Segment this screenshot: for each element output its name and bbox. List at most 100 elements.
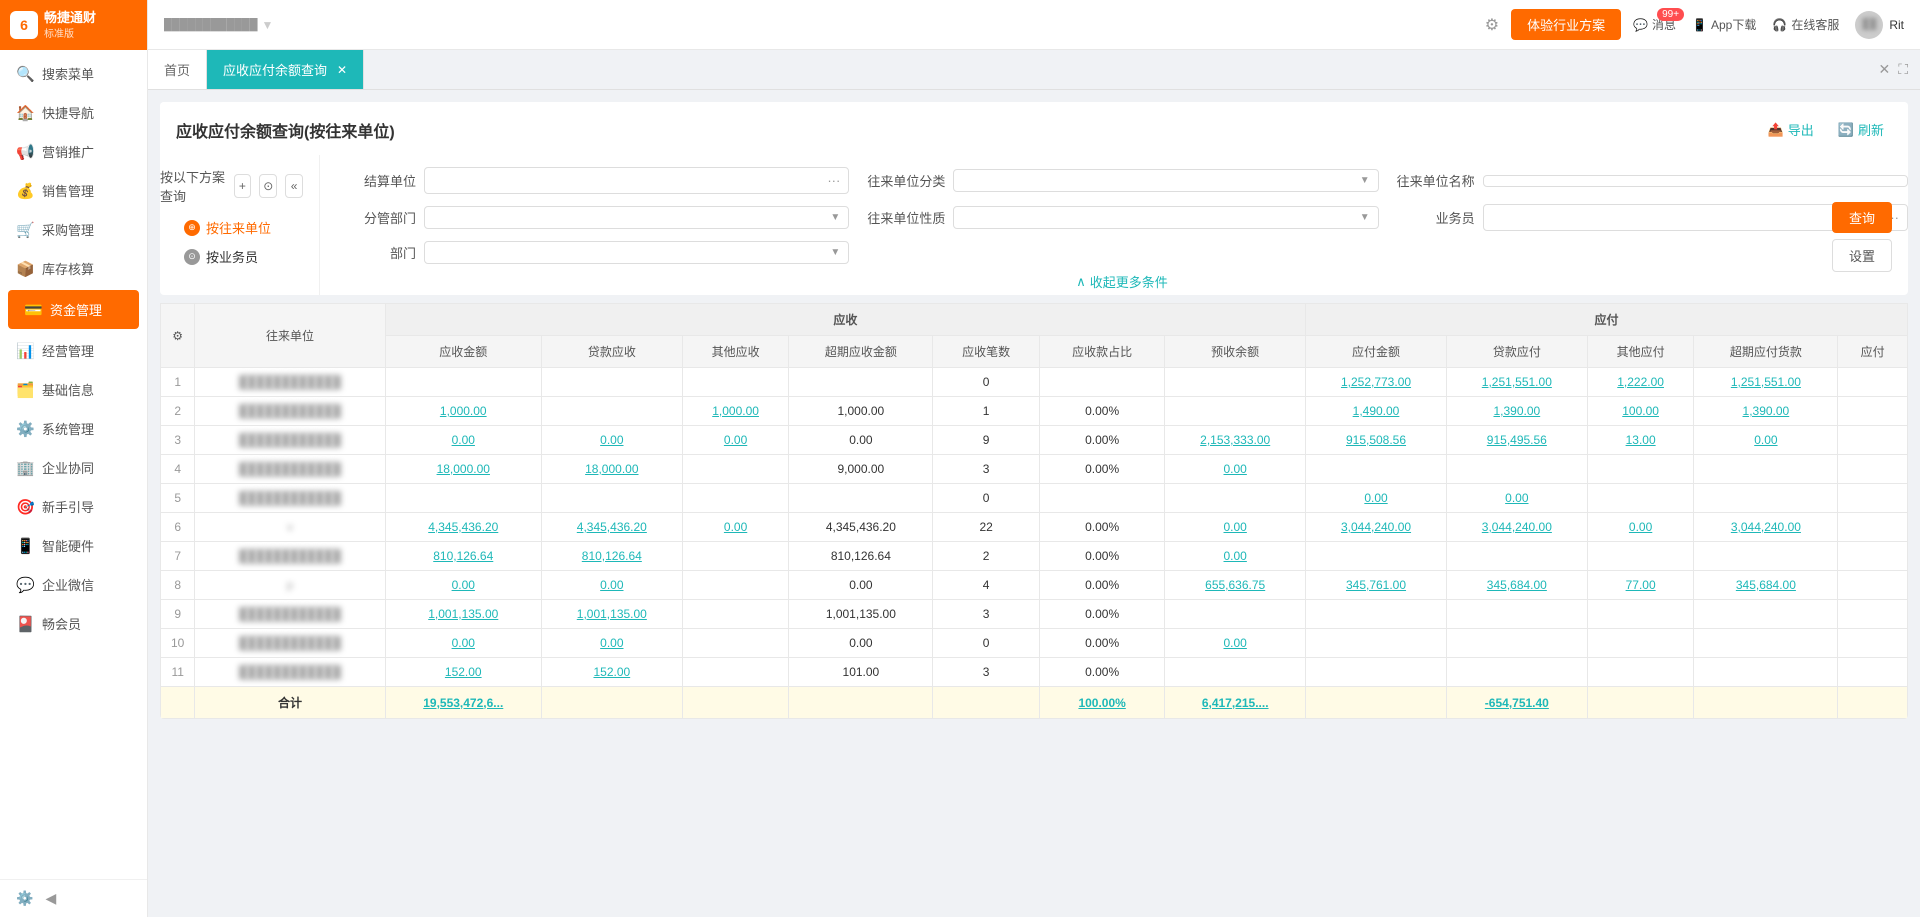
chevron-down-icon: ▼ <box>1360 175 1370 186</box>
add-scheme-button[interactable]: + <box>234 174 252 198</box>
main-content: 应收应付余额查询(按往来单位) 📤 导出 🔄 刷新 <box>148 90 1920 917</box>
cta-button[interactable]: 体验行业方案 <box>1511 9 1621 40</box>
sidebar-item-basic[interactable]: 🗂️ 基础信息 <box>0 370 147 409</box>
footer-ap-loan[interactable]: -654,751.40 <box>1446 687 1587 719</box>
service-icon: 🎧 <box>1772 18 1787 32</box>
sidebar-item-quicknav[interactable]: 🏠 快捷导航 <box>0 93 147 132</box>
sidebar-item-system[interactable]: ⚙️ 系统管理 <box>0 409 147 448</box>
unit-col-header: 往来单位 <box>195 304 385 368</box>
service-button[interactable]: 🎧 在线客服 <box>1772 16 1839 33</box>
corp-icon: 🏢 <box>16 459 34 477</box>
footer-settings-icon[interactable]: ⚙️ <box>16 890 33 907</box>
sidebar-footer: ⚙️ ◀ <box>0 879 147 917</box>
sidebar-item-finance[interactable]: 💳 资金管理 <box>8 290 139 329</box>
table-settings-icon: ⚙ <box>172 329 183 343</box>
sidebar-item-inventory[interactable]: 📦 库存核算 <box>0 249 147 288</box>
table-row: 10████████████0.000.000.0000.00%0.00 <box>161 629 1908 658</box>
col-ar-advance: 预收余额 <box>1165 336 1306 368</box>
filter-row-dept: 部门 ▼ <box>336 241 849 264</box>
col-ap-other: 其他应付 <box>1587 336 1694 368</box>
topbar-settings-icon[interactable]: ⚙ <box>1485 15 1499 35</box>
sidebar-item-member[interactable]: 🎴 畅会员 <box>0 604 147 643</box>
collapse-scheme-button[interactable]: « <box>285 174 303 198</box>
app-logo: 6 畅捷通财 标准版 <box>0 0 147 50</box>
avatar: ██ <box>1855 11 1883 39</box>
scheme-dot-gray: ⊙ <box>184 249 200 265</box>
table-row: 5████████████00.000.00 <box>161 484 1908 513</box>
footer-collapse-icon[interactable]: ◀ <box>45 890 56 907</box>
filter-label-unitname: 往来单位名称 <box>1395 171 1475 190</box>
col-ap-amount: 应付金额 <box>1306 336 1447 368</box>
home-tab-label: 首页 <box>164 60 190 79</box>
sidebar-item-wechat[interactable]: 💬 企业微信 <box>0 565 147 604</box>
sidebar-item-hardware[interactable]: 📱 智能硬件 <box>0 526 147 565</box>
logo-icon: 6 <box>10 11 38 39</box>
table-row: 9████████████1,001,135.001,001,135.001,0… <box>161 600 1908 629</box>
query-button[interactable]: 查询 <box>1832 202 1892 233</box>
settings-button[interactable]: 设置 <box>1832 239 1892 272</box>
topbar-right: 💬 消息 99+ 📱 App下载 🎧 在线客服 ██ Rit <box>1633 11 1904 39</box>
footer-ap-advance[interactable]: 6,417,215.... <box>1165 687 1306 719</box>
filter-input-department[interactable]: ▼ <box>424 206 849 229</box>
table-row: 6v4,345,436.204,345,436.200.004,345,436.… <box>161 513 1908 542</box>
filter-right: 结算单位 ··· 往来单位分类 ▼ <box>320 155 1908 295</box>
sidebar-item-marketing[interactable]: 📢 营销推广 <box>0 132 147 171</box>
export-button[interactable]: 📤 导出 <box>1760 116 1822 143</box>
scheme-item-bysalesman[interactable]: ⊙ 按业务员 <box>176 244 303 269</box>
table-row: 7████████████810,126.64810,126.64810,126… <box>161 542 1908 571</box>
filter-input-unitcategory[interactable]: ▼ <box>953 169 1378 192</box>
table-row: 4████████████18,000.0018,000.009,000.003… <box>161 455 1908 484</box>
refresh-button[interactable]: 🔄 刷新 <box>1830 116 1892 143</box>
footer-ar-total[interactable]: 19,553,472,6... <box>385 687 541 719</box>
settings-col-header[interactable]: ⚙ <box>161 304 195 368</box>
filter-label-unitnature: 往来单位性质 <box>865 208 945 227</box>
tab-close-icon[interactable]: ✕ <box>337 63 347 77</box>
app-download-button[interactable]: 📱 App下载 <box>1692 16 1756 33</box>
user-menu[interactable]: ██ Rit <box>1855 11 1904 39</box>
filter-layout: 按以下方案查询 + ⊙ « ⊕ 按往来单位 ⊙ 按业务员 <box>160 155 1908 295</box>
collapse-button[interactable]: ∧ 收起更多条件 <box>336 264 1908 295</box>
chevron-down-icon-2: ▼ <box>830 212 840 223</box>
settings-scheme-button[interactable]: ⊙ <box>259 174 277 198</box>
chevron-down-icon-3: ▼ <box>1360 212 1370 223</box>
tabbar-actions: ✕ ⛶ <box>1866 50 1920 89</box>
filter-left: 按以下方案查询 + ⊙ « ⊕ 按往来单位 ⊙ 按业务员 <box>160 155 320 295</box>
operation-icon: 📊 <box>16 342 34 360</box>
filter-label-dept: 部门 <box>336 243 416 262</box>
filter-input-unitname[interactable] <box>1483 175 1908 187</box>
tabbar: 首页 应收应付余额查询 ✕ ✕ ⛶ <box>148 50 1920 90</box>
sidebar-item-operation[interactable]: 📊 经营管理 <box>0 331 147 370</box>
sidebar-item-sales[interactable]: 💰 销售管理 <box>0 171 147 210</box>
table-row: 1████████████01,252,773.001,251,551.001,… <box>161 368 1908 397</box>
tab-maximize-icon[interactable]: ⛶ <box>1898 61 1908 78</box>
sidebar-item-corp[interactable]: 🏢 企业协同 <box>0 448 147 487</box>
filter-input-settlement[interactable]: ··· <box>424 167 849 194</box>
page-container: 应收应付余额查询(按往来单位) 📤 导出 🔄 刷新 <box>148 90 1920 731</box>
tab-home[interactable]: 首页 <box>148 50 207 89</box>
filter-grid: 结算单位 ··· 往来单位分类 ▼ <box>336 167 1908 264</box>
sidebar-item-guide[interactable]: 🎯 新手引导 <box>0 487 147 526</box>
filter-input-unitnature[interactable]: ▼ <box>953 206 1378 229</box>
scheme-item-byunit[interactable]: ⊕ 按往来单位 <box>176 215 303 240</box>
app-icon: 📱 <box>1692 18 1707 32</box>
wechat-icon: 💬 <box>16 576 34 594</box>
sales-icon: 💰 <box>16 182 34 200</box>
sidebar-item-search[interactable]: 🔍 搜索菜单 <box>0 54 147 93</box>
tab-ar-balance[interactable]: 应收应付余额查询 ✕ <box>207 50 364 89</box>
inventory-icon: 📦 <box>16 260 34 278</box>
filter-input-dept[interactable]: ▼ <box>424 241 849 264</box>
scheme-list: ⊕ 按往来单位 ⊙ 按业务员 <box>176 215 303 269</box>
message-button[interactable]: 💬 消息 99+ <box>1633 16 1676 33</box>
username: Rit <box>1889 18 1904 32</box>
table-row: 8p0.000.000.0040.00%655,636.75345,761.00… <box>161 571 1908 600</box>
system-icon: ⚙️ <box>16 420 34 438</box>
export-icon: 📤 <box>1768 122 1784 138</box>
page-header: 应收应付余额查询(按往来单位) 📤 导出 🔄 刷新 <box>160 102 1908 143</box>
tab-close-all-icon[interactable]: ✕ <box>1878 61 1890 78</box>
footer-ar-pct: 100.00% <box>1040 687 1165 719</box>
chevron-up-icon: ∧ <box>1076 274 1086 290</box>
message-badge: 99+ <box>1657 8 1684 21</box>
sidebar-item-purchase[interactable]: 🛒 采购管理 <box>0 210 147 249</box>
table-row: 11████████████152.00152.00101.0030.00% <box>161 658 1908 687</box>
col-ar-amount: 应收金额 <box>385 336 541 368</box>
